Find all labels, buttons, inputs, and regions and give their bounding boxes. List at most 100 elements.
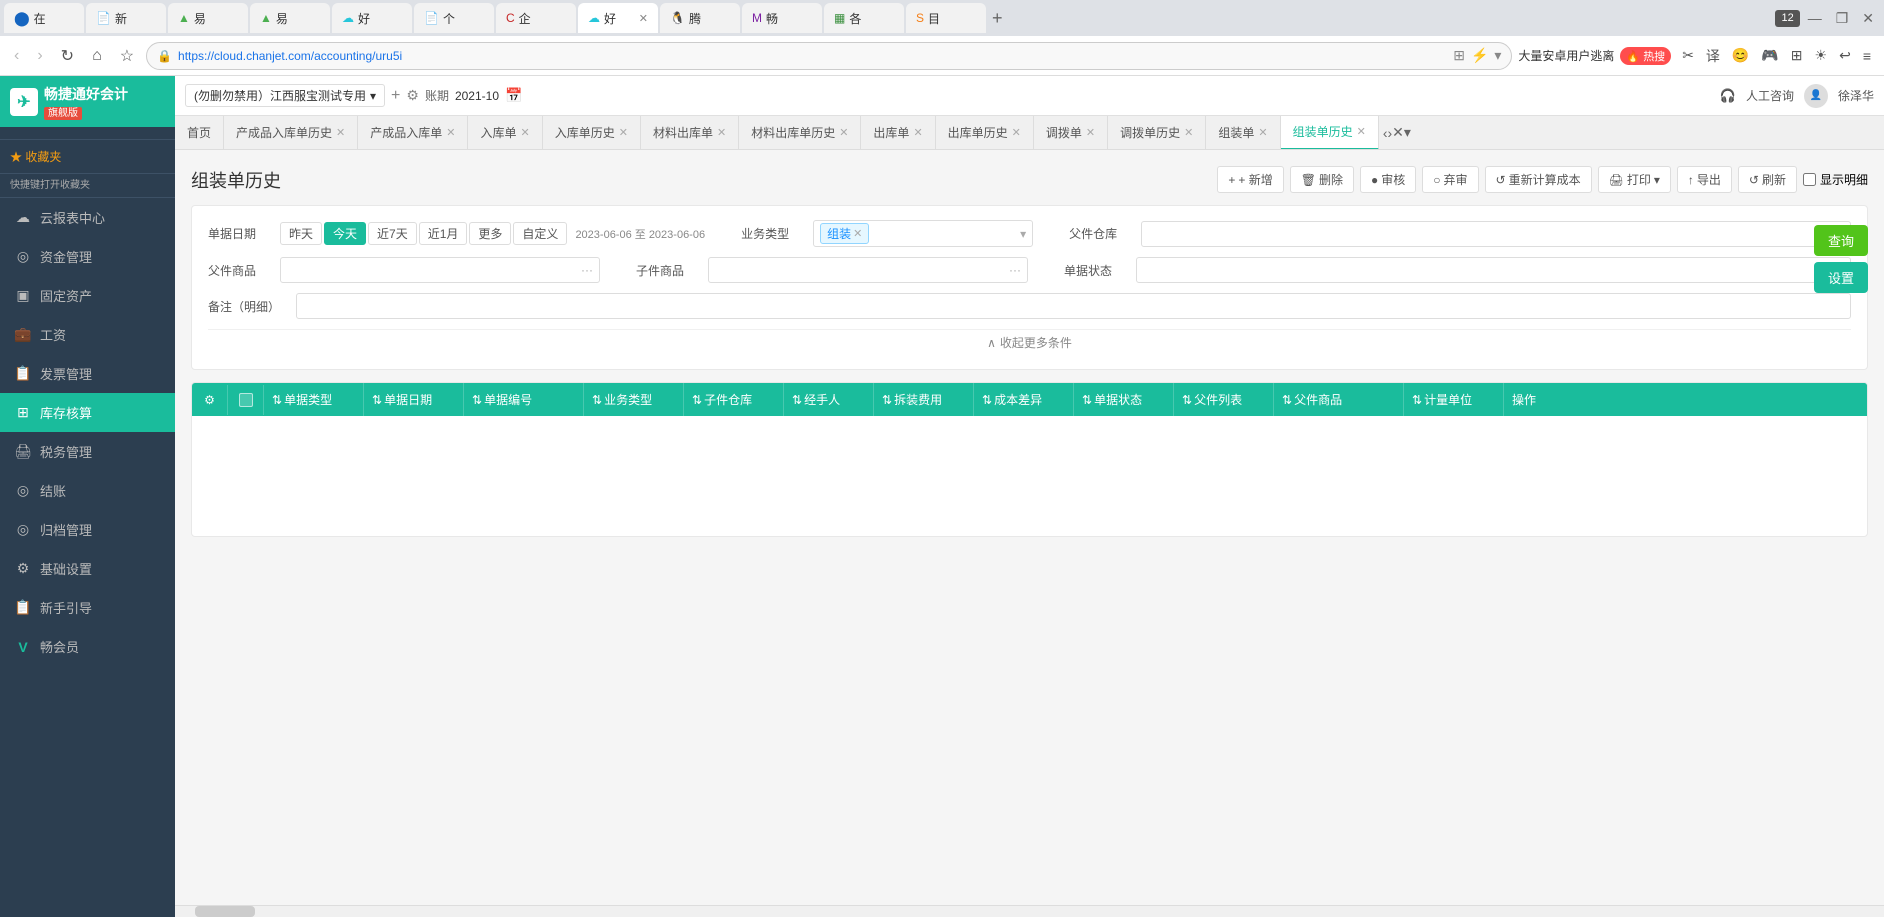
th-settings[interactable]: ⚙ (192, 385, 228, 415)
th-order-no[interactable]: ⇅ 单据编号 (464, 383, 584, 416)
date-btn-today[interactable]: 今天 (324, 222, 366, 245)
biz-type-tag-close[interactable]: ✕ (853, 227, 862, 240)
th-handler[interactable]: ⇅ 经手人 (784, 383, 874, 416)
sidebar-item-cloud-report[interactable]: ☁ 云报表中心 (0, 198, 175, 237)
calendar-icon[interactable]: 📅 (505, 87, 522, 104)
show-detail-label[interactable]: 显示明细 (1803, 171, 1868, 188)
tab-t8[interactable]: ☁ 好 ✕ (578, 3, 658, 33)
tab-t7[interactable]: C 企 (496, 3, 576, 33)
th-checkbox[interactable] (228, 385, 264, 415)
show-detail-checkbox[interactable] (1803, 173, 1816, 186)
sidebar-item-member[interactable]: V 畅会员 (0, 627, 175, 666)
page-tab-mat-out-hist[interactable]: 材料出库单历史 ✕ (739, 116, 861, 150)
translate-tool[interactable]: 译 (1701, 44, 1725, 68)
th-order-date[interactable]: ⇅ 单据日期 (364, 383, 464, 416)
approve-button[interactable]: ● 审核 (1360, 166, 1416, 193)
game-tool[interactable]: 🎮 (1756, 44, 1783, 68)
page-tab-assemble[interactable]: 调拨单 ✕ (1034, 116, 1108, 150)
th-child-warehouse[interactable]: ⇅ 子件仓库 (684, 383, 784, 416)
grid-tool[interactable]: ⊞ (1786, 44, 1808, 68)
tab-t4[interactable]: ▲ 易 (250, 3, 330, 33)
tab-t12[interactable]: S 目 (906, 3, 986, 33)
tab-t2[interactable]: 📄 新 (86, 3, 166, 33)
parent-goods-dots[interactable]: ··· (581, 263, 593, 277)
page-tab-assemble-hist[interactable]: 调拨单历史 ✕ (1108, 116, 1206, 150)
query-button[interactable]: 查询 (1814, 225, 1868, 256)
tab-more-menu[interactable]: ▾ (1404, 124, 1411, 141)
page-tab-close-assemble-hist[interactable]: ✕ (1184, 126, 1193, 139)
date-btn-more[interactable]: 更多 (469, 222, 511, 245)
sidebar-item-fixed-assets[interactable]: ▣ 固定资产 (0, 276, 175, 315)
th-cost-diff[interactable]: ⇅ 成本差异 (974, 383, 1074, 416)
page-tab-out-hist[interactable]: 出库单历史 ✕ (936, 116, 1034, 150)
biz-type-input[interactable]: 组装 ✕ ▾ (813, 220, 1033, 247)
home-button[interactable]: ⌂ (86, 45, 108, 67)
sidebar-item-guide[interactable]: 📋 新手引导 (0, 588, 175, 627)
page-tab-close-in-order[interactable]: ✕ (521, 126, 530, 139)
sidebar-item-archive[interactable]: ◎ 归档管理 (0, 510, 175, 549)
sidebar-item-tax[interactable]: 🖨 税务管理 (0, 432, 175, 471)
menu-button[interactable]: ≡ (1858, 44, 1876, 68)
th-biz-type[interactable]: ⇅ 业务类型 (584, 383, 684, 416)
tab-close-t8[interactable]: ✕ (639, 12, 648, 25)
company-selector[interactable]: (勿删勿禁用）江西服宝测试专用 ▾ (185, 84, 385, 107)
page-tab-close-prod-in-hist[interactable]: ✕ (336, 126, 345, 139)
scissors-tool[interactable]: ✂ (1677, 44, 1699, 68)
sidebar-item-salary[interactable]: 💼 工资 (0, 315, 175, 354)
sidebar-item-fund[interactable]: ◎ 资金管理 (0, 237, 175, 276)
maximize-button[interactable]: ❐ (1830, 10, 1855, 27)
th-unit[interactable]: ⇅ 计量单位 (1404, 383, 1504, 416)
settings-query-button[interactable]: 设置 (1814, 262, 1868, 293)
page-tab-close-prod-in[interactable]: ✕ (446, 126, 455, 139)
remark-input[interactable] (296, 293, 1851, 319)
page-tab-prod-in-hist[interactable]: 产成品入库单历史 ✕ (224, 116, 358, 150)
add-company-button[interactable]: + (391, 87, 400, 105)
page-tab-close-mat-out-hist[interactable]: ✕ (839, 126, 848, 139)
parent-goods-input[interactable]: ··· (280, 257, 600, 283)
page-tab-close-in-hist[interactable]: ✕ (619, 126, 628, 139)
back-button[interactable]: ‹ (8, 45, 25, 67)
page-tab-close-mat-out[interactable]: ✕ (717, 126, 726, 139)
dropdown-icon[interactable]: ▾ (1494, 47, 1501, 64)
date-btn-yesterday[interactable]: 昨天 (280, 222, 322, 245)
page-tab-in-hist[interactable]: 入库单历史 ✕ (543, 116, 641, 150)
tab-t3[interactable]: ▲ 易 (168, 3, 248, 33)
page-tab-close-out[interactable]: ✕ (913, 126, 922, 139)
tab-t1[interactable]: ⬤ 在 (4, 3, 84, 33)
tab-close-all[interactable]: ✕ (1392, 124, 1404, 141)
sidebar-item-invoice[interactable]: 📋 发票管理 (0, 354, 175, 393)
bookmark-button[interactable]: ☆ (114, 44, 140, 68)
sun-tool[interactable]: ☀ (1810, 44, 1833, 68)
collapse-button[interactable]: ∧ 收起更多条件 (208, 329, 1851, 355)
tab-t9[interactable]: 🐧 腾 (660, 3, 740, 33)
page-tab-kit[interactable]: 组装单 ✕ (1206, 116, 1280, 150)
add-button[interactable]: + + 新增 (1217, 166, 1283, 193)
th-parent-goods[interactable]: ⇅ 父件商品 (1274, 383, 1404, 416)
tab-t6[interactable]: 📄 个 (414, 3, 494, 33)
child-goods-dots[interactable]: ··· (1009, 263, 1021, 277)
parent-warehouse-input[interactable]: ··· ▾ (1141, 221, 1851, 247)
close-button[interactable]: ✕ (1856, 10, 1880, 27)
consult-label[interactable]: 人工咨询 (1746, 87, 1794, 104)
tab-t5[interactable]: ☁ 好 (332, 3, 412, 33)
settings-icon[interactable]: ⚙ (406, 87, 419, 104)
child-goods-input[interactable]: ··· (708, 257, 1028, 283)
date-btn-7days[interactable]: 近7天 (368, 222, 417, 245)
address-bar[interactable]: 🔒 https://cloud.chanjet.com/accounting/u… (146, 42, 1512, 70)
header-checkbox[interactable] (239, 393, 253, 407)
page-tab-out[interactable]: 出库单 ✕ (861, 116, 935, 150)
biz-type-dropdown-icon[interactable]: ▾ (1020, 227, 1026, 241)
page-tab-close-kit[interactable]: ✕ (1258, 126, 1267, 139)
th-parent-list[interactable]: ⇅ 父件列表 (1174, 383, 1274, 416)
reload-button[interactable]: ↻ (55, 44, 80, 68)
refresh-button[interactable]: ↺ 刷新 (1738, 166, 1797, 193)
th-disassemble-fee[interactable]: ⇅ 拆装费用 (874, 383, 974, 416)
print-button[interactable]: 🖨 打印 ▾ (1598, 166, 1671, 193)
new-tab-button[interactable]: + (988, 8, 1007, 29)
export-button[interactable]: ↑ 导出 (1677, 166, 1732, 193)
page-tab-close-kit-hist[interactable]: ✕ (1357, 125, 1366, 138)
page-tab-kit-hist[interactable]: 组装单历史 ✕ (1281, 116, 1379, 150)
date-btn-1month[interactable]: 近1月 (419, 222, 468, 245)
scrollbar-thumb[interactable] (195, 906, 255, 917)
page-tab-mat-out[interactable]: 材料出库单 ✕ (641, 116, 739, 150)
